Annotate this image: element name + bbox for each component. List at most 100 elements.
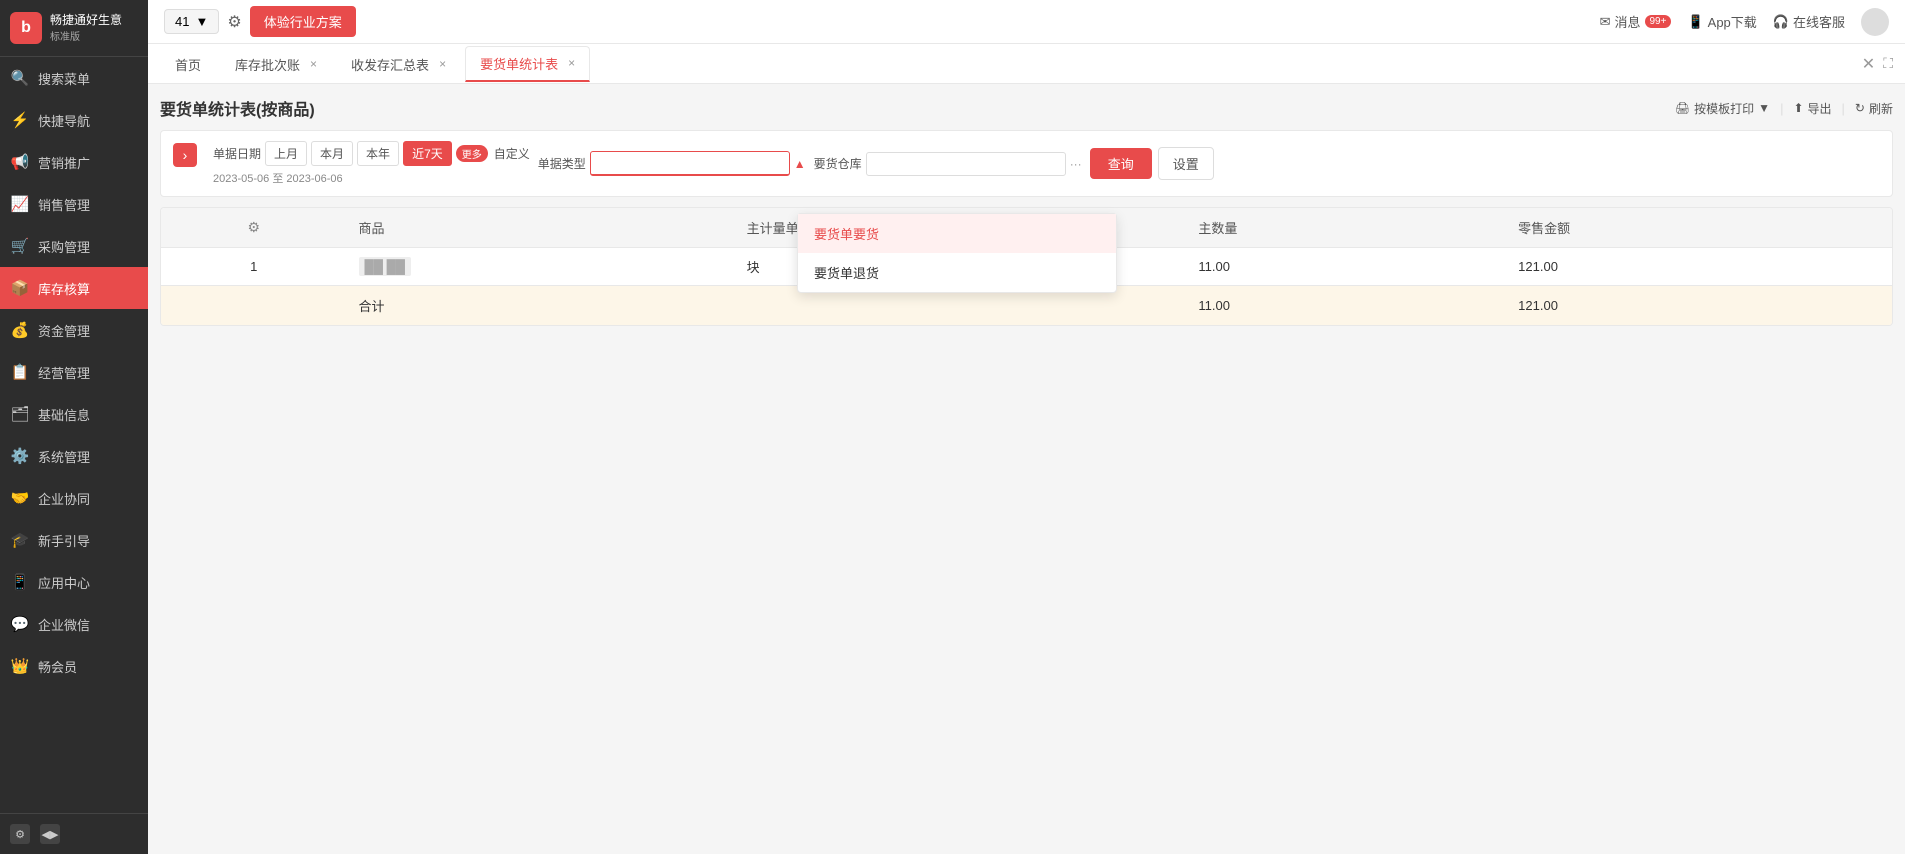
- logo-icon: b: [10, 12, 42, 44]
- online-service-btn[interactable]: 🎧 在线客服: [1773, 12, 1845, 31]
- sidebar-item-label: 应用中心: [38, 573, 90, 592]
- print-dropdown-icon: ▼: [1758, 101, 1770, 115]
- cell-product: ██ ██: [347, 248, 735, 286]
- sidebar-item-member[interactable]: 👑 畅会员: [0, 645, 148, 687]
- query-button[interactable]: 查询: [1090, 148, 1152, 179]
- sidebar-item-label: 新手引导: [38, 531, 90, 550]
- more-dates-badge[interactable]: 更多: [456, 145, 488, 162]
- table-settings-icon[interactable]: ⚙: [247, 219, 260, 235]
- industry-solution-button[interactable]: 体验行业方案: [250, 6, 356, 37]
- sidebar-item-label: 经营管理: [38, 363, 90, 382]
- dropdown-item-order-goods[interactable]: 要货单要货: [798, 214, 1116, 253]
- app-download-btn[interactable]: 📱 App下载: [1687, 12, 1756, 31]
- custom-date-btn[interactable]: 自定义: [494, 145, 530, 162]
- col-amount: 零售金额: [1506, 208, 1892, 248]
- sidebar-item-label: 企业协同: [38, 489, 90, 508]
- type-dropdown: 要货单要货 要货单退货: [797, 213, 1117, 293]
- tabbar-right: ✕ ⛶: [1862, 54, 1893, 74]
- tabbar-close-all-btn[interactable]: ✕: [1862, 54, 1875, 74]
- tab-stock-batch-label: 库存批次账: [235, 55, 300, 74]
- purchase-icon: 🛒: [10, 236, 30, 256]
- store-selector[interactable]: 41 ▼: [164, 9, 219, 34]
- print-template-button[interactable]: 🖨 按模板打印 ▼: [1675, 100, 1770, 117]
- notification-btn[interactable]: ✉ 消息 99+: [1600, 12, 1672, 31]
- warehouse-filter-input[interactable]: [866, 152, 1066, 176]
- sidebar-item-search[interactable]: 🔍 搜索菜单: [0, 57, 148, 99]
- sidebar-settings-btn[interactable]: ⚙: [10, 824, 30, 844]
- shortcut-icon: ⚡: [10, 110, 30, 130]
- member-icon: 👑: [10, 656, 30, 676]
- refresh-button[interactable]: ↻ 刷新: [1855, 100, 1893, 117]
- sidebar-item-finance[interactable]: 💰 资金管理: [0, 309, 148, 351]
- basic-info-icon: 🗂: [10, 404, 30, 424]
- user-avatar[interactable]: [1861, 8, 1889, 36]
- enterprise-wechat-icon: 💬: [10, 614, 30, 634]
- tab-order-summary-close[interactable]: ×: [568, 56, 575, 70]
- app-logo: b 畅捷通好生意 标准版: [0, 0, 148, 57]
- tab-home[interactable]: 首页: [160, 46, 216, 82]
- app-download-icon: 📱: [1687, 14, 1703, 30]
- warehouse-filter-more[interactable]: ···: [1070, 157, 1082, 171]
- sidebar-item-app-center[interactable]: 📱 应用中心: [0, 561, 148, 603]
- tab-home-label: 首页: [175, 55, 201, 74]
- tab-receivable-label: 收发存汇总表: [351, 55, 429, 74]
- sidebar-item-enterprise-collab[interactable]: 🤝 企业协同: [0, 477, 148, 519]
- filter-expand-button[interactable]: ›: [173, 143, 197, 167]
- sidebar-item-shortcuts[interactable]: ⚡ 快捷导航: [0, 99, 148, 141]
- date-filter-group: 单据日期 上月 本月 本年 近7天 更多 自定义 2023-05-06 至 20…: [213, 141, 530, 186]
- sidebar-item-inventory[interactable]: 📦 库存核算: [0, 267, 148, 309]
- type-filter-caret[interactable]: ▲: [794, 157, 806, 171]
- sidebar-item-label: 基础信息: [38, 405, 90, 424]
- sidebar-item-enterprise-wechat[interactable]: 💬 企业微信: [0, 603, 148, 645]
- tab-order-summary[interactable]: 要货单统计表 ×: [465, 46, 590, 82]
- operations-icon: 📋: [10, 362, 30, 382]
- sidebar-item-label: 畅会员: [38, 657, 77, 676]
- date-filter-label: 单据日期: [213, 145, 261, 162]
- sidebar-item-label: 库存核算: [38, 279, 90, 298]
- type-filter-input[interactable]: [590, 151, 790, 176]
- sidebar-item-operations[interactable]: 📋 经营管理: [0, 351, 148, 393]
- sidebar-item-marketing[interactable]: 📢 营销推广: [0, 141, 148, 183]
- sidebar: b 畅捷通好生意 标准版 🔍 搜索菜单 ⚡ 快捷导航 📢 营销推广 📈 销售管理…: [0, 0, 148, 854]
- page-header: 要货单统计表(按商品) 🖨 按模板打印 ▼ | ⬆ 导出 | ↻ 刷新: [160, 96, 1893, 120]
- tab-order-summary-label: 要货单统计表: [480, 54, 558, 73]
- tab-receivable-close[interactable]: ×: [439, 57, 446, 71]
- tabbar: 首页 库存批次账 × 收发存汇总表 × 要货单统计表 × ✕ ⛶: [148, 44, 1905, 84]
- brand-sub: 标准版: [50, 28, 122, 43]
- export-icon: ⬆: [1793, 101, 1803, 115]
- tab-stock-batch-close[interactable]: ×: [310, 57, 317, 71]
- last-7-days-btn[interactable]: 近7天: [403, 141, 452, 166]
- sidebar-item-label: 销售管理: [38, 195, 90, 214]
- dropdown-item-order-return[interactable]: 要货单退货: [798, 253, 1116, 292]
- brand-name: 畅捷通好生意: [50, 13, 122, 29]
- online-service-label: 在线客服: [1793, 12, 1845, 31]
- app-download-label: App下载: [1708, 12, 1757, 31]
- sidebar-item-label: 搜索菜单: [38, 69, 90, 88]
- type-filter-label: 单据类型: [538, 155, 586, 172]
- sidebar-item-guide[interactable]: 🎓 新手引导: [0, 519, 148, 561]
- warehouse-filter-label: 要货仓库: [814, 155, 862, 172]
- sidebar-item-label: 系统管理: [38, 447, 90, 466]
- filter-settings-button[interactable]: 设置: [1158, 147, 1214, 180]
- sidebar-item-system[interactable]: ⚙️ 系统管理: [0, 435, 148, 477]
- notification-label: 消息: [1614, 12, 1640, 31]
- tabbar-expand-btn[interactable]: ⛶: [1883, 55, 1893, 72]
- cell-amount: 121.00: [1506, 248, 1892, 286]
- sidebar-item-sales[interactable]: 📈 销售管理: [0, 183, 148, 225]
- this-year-btn[interactable]: 本年: [357, 141, 399, 166]
- sidebar-item-purchase[interactable]: 🛒 采购管理: [0, 225, 148, 267]
- export-button[interactable]: ⬆ 导出: [1793, 100, 1831, 117]
- last-month-btn[interactable]: 上月: [265, 141, 307, 166]
- store-name: 41: [175, 14, 189, 29]
- footer-label: 合计: [347, 286, 735, 326]
- this-month-btn[interactable]: 本月: [311, 141, 353, 166]
- topbar-gear-icon[interactable]: ⚙: [227, 12, 241, 32]
- tab-receivable-summary[interactable]: 收发存汇总表 ×: [336, 46, 461, 82]
- sidebar-item-basic-info[interactable]: 🗂 基础信息: [0, 393, 148, 435]
- warehouse-filter-group: 要货仓库 ···: [814, 152, 1082, 176]
- sidebar-collapse-btn[interactable]: ◀▶: [40, 824, 60, 844]
- page-actions: 🖨 按模板打印 ▼ | ⬆ 导出 | ↻ 刷新: [1675, 100, 1893, 117]
- app-center-icon: 📱: [10, 572, 30, 592]
- tab-stock-batch[interactable]: 库存批次账 ×: [220, 46, 332, 82]
- sidebar-item-label: 营销推广: [38, 153, 90, 172]
